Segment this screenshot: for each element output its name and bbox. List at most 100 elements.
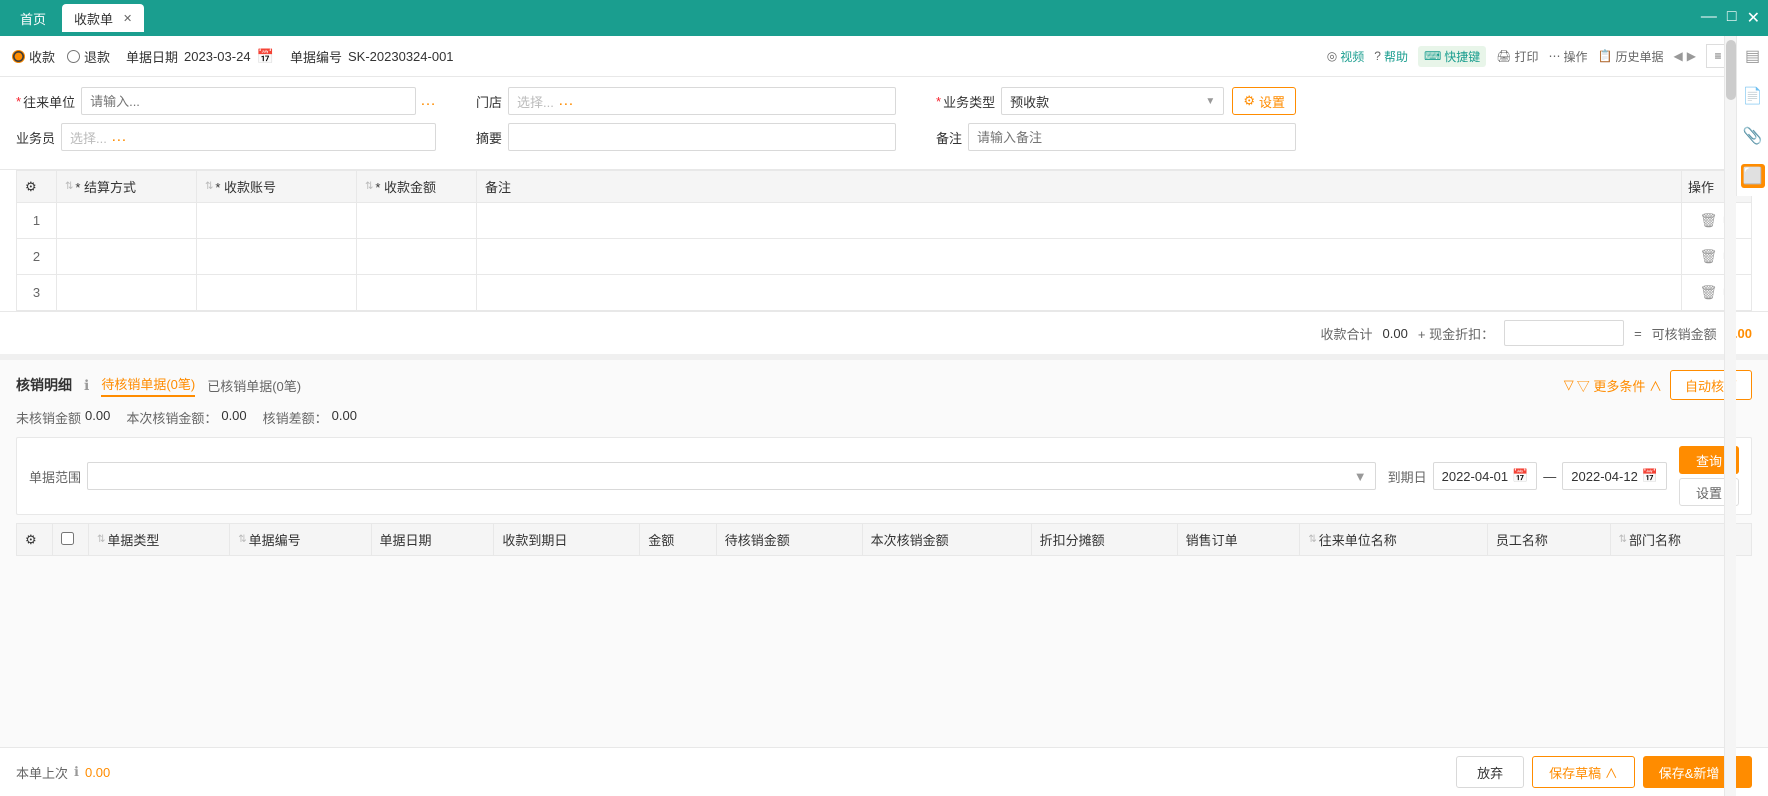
tab-home[interactable]: 首页 <box>8 4 58 32</box>
row1-remark[interactable] <box>477 203 1682 239</box>
scroll-area <box>1724 36 1736 796</box>
row3-amount[interactable] <box>357 275 477 311</box>
remark-field: 备注 <box>936 123 1296 151</box>
date-from-input[interactable]: 2022-04-01 📅 <box>1433 462 1538 490</box>
biz-type-select[interactable]: 预收款 ▼ <box>1001 87 1224 115</box>
nav-prev-button[interactable]: ◀ <box>1674 49 1683 63</box>
discard-button[interactable]: 放弃 <box>1456 756 1524 788</box>
stat-cur-offset-value: 0.00 <box>221 408 246 427</box>
row2-remark[interactable] <box>477 239 1682 275</box>
right-sidebar: ▤ 📄 📎 ⬜ <box>1736 36 1768 196</box>
sidebar-attach-icon[interactable]: 📎 <box>1741 124 1765 148</box>
store-select[interactable]: 选择... … <box>508 87 896 115</box>
bottom-col-gear[interactable]: ⚙ <box>17 524 53 556</box>
row1-amount-input[interactable] <box>357 203 476 238</box>
row2-amount-input[interactable] <box>357 239 476 274</box>
select-all-checkbox[interactable] <box>61 532 74 545</box>
row2-account-input[interactable] <box>197 239 356 274</box>
store-more-icon[interactable]: … <box>558 93 574 109</box>
print-link[interactable]: 🖨 打印 <box>1496 48 1538 65</box>
footer-info-icon[interactable]: ℹ <box>74 764 79 780</box>
remark-label: 备注 <box>936 128 962 147</box>
sidebar-active-icon[interactable]: ⬜ <box>1741 164 1765 188</box>
row1-account-input[interactable] <box>197 203 356 238</box>
help-link[interactable]: ? 帮助 <box>1374 48 1408 65</box>
date-from-value: 2022-04-01 <box>1442 469 1509 484</box>
stat-unverified-value: 0.00 <box>85 408 110 427</box>
row1-settle[interactable] <box>57 203 197 239</box>
verify-info-icon[interactable]: ℹ <box>84 377 89 394</box>
range-filter-select[interactable]: ▼ <box>87 462 1376 490</box>
memo-field: 摘要 <box>476 123 896 151</box>
row3-settle[interactable] <box>57 275 197 311</box>
close-button[interactable]: ✕ <box>1747 8 1760 28</box>
col-gear-header[interactable]: ⚙ <box>17 171 57 203</box>
radio-receipt[interactable]: 收款 <box>12 47 55 66</box>
maximize-button[interactable]: □ <box>1727 8 1737 28</box>
row3-remark-input[interactable] <box>477 275 1681 310</box>
row3-remark[interactable] <box>477 275 1682 311</box>
date-to-input[interactable]: 2022-04-12 📅 <box>1562 462 1667 490</box>
sidebar-table-icon[interactable]: ▤ <box>1741 44 1765 68</box>
video-link[interactable]: ◎ 视频 <box>1327 48 1365 65</box>
staff-label: 业务员 <box>16 128 55 147</box>
shortcut-link[interactable]: ⌨ 快捷键 <box>1418 46 1486 67</box>
row3-account[interactable] <box>197 275 357 311</box>
row3-account-input[interactable] <box>197 275 356 310</box>
row3-amount-input[interactable] <box>357 275 476 310</box>
cal-to-icon[interactable]: 📅 <box>1642 468 1658 484</box>
scroll-thumb[interactable] <box>1726 40 1736 100</box>
row2-remark-input[interactable] <box>477 239 1681 274</box>
footer: 本单上次 ℹ 0.00 放弃 保存草稿 ∧ 保存&新增 ∧ <box>0 747 1768 796</box>
memo-label: 摘要 <box>476 128 502 147</box>
row2-amount[interactable] <box>357 239 477 275</box>
tab-pending[interactable]: 待核销单据(0笔) <box>101 374 195 397</box>
save-draft-button[interactable]: 保存草稿 ∧ <box>1532 756 1635 788</box>
row2-actions: 🗑 ⧉ <box>1682 239 1752 275</box>
stat-diff-label: 核销差额： <box>263 408 328 427</box>
auto-offset-button[interactable]: 自动核销 <box>1670 370 1752 400</box>
tab-done[interactable]: 已核销单据(0笔) <box>207 376 301 395</box>
row2-delete-icon[interactable]: 🗑 <box>1700 248 1718 265</box>
doc-num-label: 单据编号 <box>290 47 342 66</box>
setting-button[interactable]: ⚙ 设置 <box>1232 87 1296 115</box>
row1-settle-input[interactable] <box>57 203 196 238</box>
counterpart-input[interactable] <box>81 87 416 115</box>
bottom-col-sales-order: 销售订单 <box>1177 524 1300 556</box>
remark-input[interactable] <box>968 123 1296 151</box>
window-controls: — □ ✕ <box>1701 8 1760 28</box>
row3-delete-icon[interactable]: 🗑 <box>1700 284 1718 301</box>
memo-input[interactable] <box>508 123 896 151</box>
row1-amount[interactable] <box>357 203 477 239</box>
sidebar-doc-icon[interactable]: 📄 <box>1741 84 1765 108</box>
radio-refund[interactable]: 退款 <box>67 47 110 66</box>
row1-delete-icon[interactable]: 🗑 <box>1700 212 1718 229</box>
form-row-1: * 往来单位 … 门店 选择... … * 业务类型 预收款 ▼ <box>16 87 1752 115</box>
row1-account[interactable] <box>197 203 357 239</box>
row-num-3: 3 <box>17 275 57 311</box>
table-section: ⚙ ⇅ * 结算方式 ⇅ * 收款账号 <box>0 170 1768 311</box>
footer-left: 本单上次 ℹ 0.00 <box>16 763 110 782</box>
tab-close-icon[interactable]: ✕ <box>123 12 132 25</box>
verify-stats: 未核销金额 0.00 本次核销金额： 0.00 核销差额： 0.00 <box>16 408 1752 427</box>
row2-account[interactable] <box>197 239 357 275</box>
row2-settle[interactable] <box>57 239 197 275</box>
staff-more-icon[interactable]: … <box>111 129 127 145</box>
nav-next-button[interactable]: ▶ <box>1687 49 1696 63</box>
counterpart-more-icon[interactable]: … <box>420 93 436 109</box>
row3-settle-input[interactable] <box>57 275 196 310</box>
discount-input[interactable] <box>1504 320 1624 346</box>
history-icon: 📋 <box>1598 49 1613 63</box>
operation-link[interactable]: ⋯ 操作 <box>1549 48 1588 65</box>
filter-row: 单据范围 ▼ 到期日 2022-04-01 📅 — 2022-04-12 📅 <box>16 437 1752 515</box>
minimize-button[interactable]: — <box>1701 8 1717 28</box>
equals-sign: = <box>1634 326 1642 341</box>
cal-from-icon[interactable]: 📅 <box>1512 468 1528 484</box>
staff-select[interactable]: 选择... … <box>61 123 436 151</box>
tab-receipt[interactable]: 收款单 ✕ <box>62 4 144 32</box>
history-link[interactable]: 📋 历史单据 <box>1598 48 1664 65</box>
calendar-icon[interactable]: 📅 <box>257 48 274 65</box>
row2-settle-input[interactable] <box>57 239 196 274</box>
more-conditions-button[interactable]: ▽ ▽ 更多条件 ∧ <box>1564 376 1662 395</box>
row1-remark-input[interactable] <box>477 203 1681 238</box>
